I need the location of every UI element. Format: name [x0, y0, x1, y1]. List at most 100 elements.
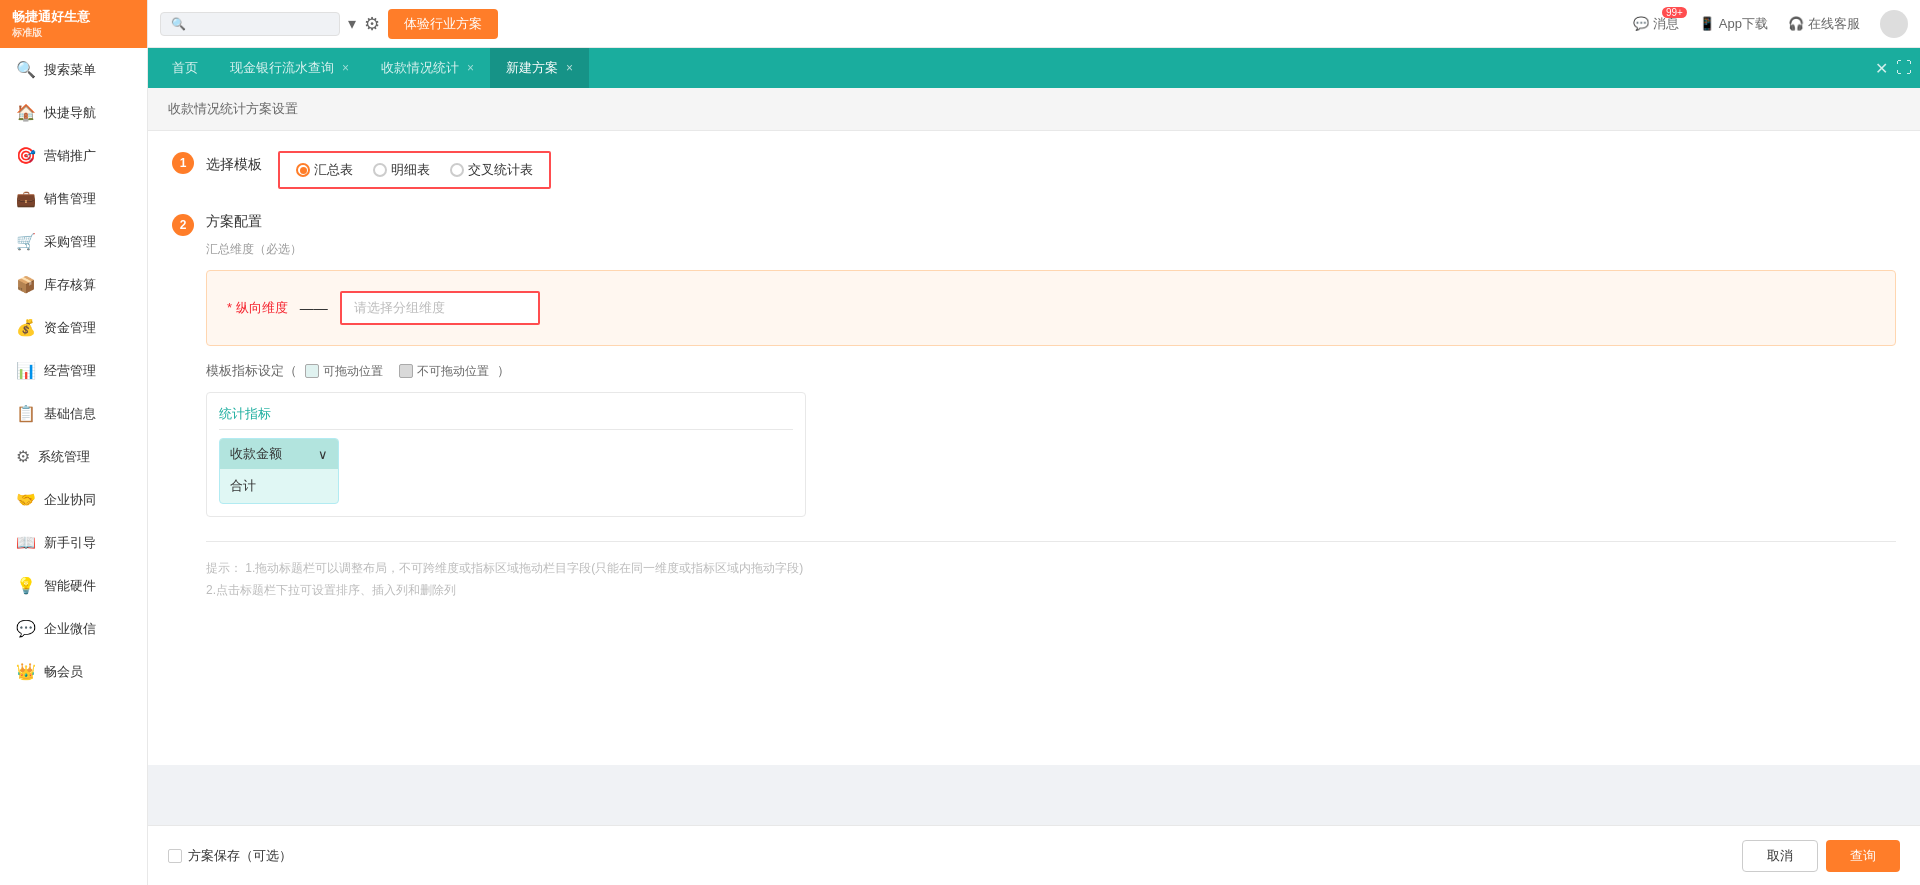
draggable-label: 可拖动位置: [323, 363, 383, 380]
metrics-close-paren: ）: [497, 362, 510, 380]
tab-collection[interactable]: 收款情况统计 ×: [365, 48, 490, 88]
sidebar-item-label: 企业微信: [44, 620, 96, 638]
purchase-icon: 🛒: [16, 232, 36, 251]
tab-close-icon[interactable]: ×: [342, 61, 349, 75]
logo-sub: 标准版: [12, 26, 90, 40]
metrics-title: 统计指标: [219, 405, 793, 430]
message-icon: 💬: [1633, 16, 1649, 31]
query-button[interactable]: 查询: [1826, 840, 1900, 872]
sidebar-item-hardware[interactable]: 💡 智能硬件: [0, 564, 147, 607]
sidebar-item-sales[interactable]: 💼 销售管理: [0, 177, 147, 220]
sidebar-item-finance[interactable]: 💰 资金管理: [0, 306, 147, 349]
step1-badge: 1: [172, 152, 194, 174]
main-area: 🔍 ▾ ⚙ 体验行业方案 💬 消息 99+ 📱 App下载 🎧 在线客服: [148, 0, 1920, 885]
tab-label: 首页: [172, 59, 198, 77]
logo-text: 畅捷通好生意: [12, 8, 90, 26]
sidebar-item-wechat[interactable]: 💬 企业微信: [0, 607, 147, 650]
toggle-draggable: 可拖动位置: [305, 363, 383, 380]
radio-dot: [300, 167, 307, 174]
dropdown-icon[interactable]: ▾: [348, 14, 356, 33]
content-area: 收款情况统计方案设置 1 选择模板: [148, 88, 1920, 825]
download-icon: 📱: [1699, 16, 1715, 31]
tab-home[interactable]: 首页: [156, 48, 214, 88]
page-breadcrumb: 收款情况统计方案设置: [148, 88, 1920, 131]
hardware-icon: 💡: [16, 576, 36, 595]
sidebar-item-guide[interactable]: 📖 新手引导: [0, 521, 147, 564]
metric-dropdown-icon[interactable]: ∨: [318, 447, 328, 462]
sidebar-item-enterprise[interactable]: 🤝 企业协同: [0, 478, 147, 521]
sidebar-item-label: 系统管理: [38, 448, 90, 466]
search-icon: 🔍: [16, 60, 36, 79]
form-section: 1 选择模板 汇总表: [148, 131, 1920, 645]
sidebar-item-marketing[interactable]: 🎯 营销推广: [0, 134, 147, 177]
dimension-row: * 纵向维度 —— 请选择分组维度: [227, 291, 1875, 325]
marketing-icon: 🎯: [16, 146, 36, 165]
close-window-icon[interactable]: ✕: [1875, 59, 1888, 78]
metrics-header: 模板指标设定（ 可拖动位置 不可拖动位置 ）: [206, 362, 1896, 380]
management-icon: 📊: [16, 361, 36, 380]
metric-card-sub: 合计: [230, 478, 256, 493]
header: 🔍 ▾ ⚙ 体验行业方案 💬 消息 99+ 📱 App下载 🎧 在线客服: [148, 0, 1920, 48]
inventory-icon: 📦: [16, 275, 36, 294]
settings-icon[interactable]: ⚙: [364, 13, 380, 35]
download-btn[interactable]: 📱 App下载: [1699, 15, 1768, 33]
sidebar-item-management[interactable]: 📊 经营管理: [0, 349, 147, 392]
cancel-button[interactable]: 取消: [1742, 840, 1818, 872]
tab-close-icon[interactable]: ×: [566, 61, 573, 75]
sidebar-item-purchase[interactable]: 🛒 采购管理: [0, 220, 147, 263]
tab-new-plan[interactable]: 新建方案 ×: [490, 48, 589, 88]
sidebar-item-label: 销售管理: [44, 190, 96, 208]
tab-bar: 首页 现金银行流水查询 × 收款情况统计 × 新建方案 × ✕ ⛶: [148, 48, 1920, 88]
tab-label: 收款情况统计: [381, 59, 459, 77]
sidebar-item-basics[interactable]: 📋 基础信息: [0, 392, 147, 435]
nodrag-label: 不可拖动位置: [417, 363, 489, 380]
dimension-placeholder: 请选择分组维度: [354, 300, 445, 315]
radio-label: 汇总表: [314, 161, 353, 179]
dimension-area: * 纵向维度 —— 请选择分组维度: [206, 270, 1896, 346]
guide-icon: 📖: [16, 533, 36, 552]
radio-circle: [296, 163, 310, 177]
save-checkbox[interactable]: 方案保存（可选）: [168, 847, 292, 865]
sidebar-item-member[interactable]: 👑 畅会员: [0, 650, 147, 693]
radio-cross[interactable]: 交叉统计表: [450, 161, 533, 179]
wechat-icon: 💬: [16, 619, 36, 638]
metrics-section: 模板指标设定（ 可拖动位置 不可拖动位置 ）: [206, 362, 1896, 517]
sidebar-item-label: 畅会员: [44, 663, 83, 681]
sidebar-item-label: 资金管理: [44, 319, 96, 337]
message-btn[interactable]: 💬 消息 99+: [1633, 15, 1679, 33]
sidebar: 畅捷通好生意 标准版 🔍 搜索菜单 🏠 快捷导航 🎯 营销推广 💼 销售管理 🛒…: [0, 0, 148, 885]
tab-cashflow[interactable]: 现金银行流水查询 ×: [214, 48, 365, 88]
dimension-arrow: ——: [300, 300, 328, 316]
finance-icon: 💰: [16, 318, 36, 337]
tab-bar-actions: ✕ ⛶: [1875, 59, 1912, 78]
tab-close-icon[interactable]: ×: [467, 61, 474, 75]
tips-line1: 提示： 1.拖动标题栏可以调整布局，不可跨维度或指标区域拖动栏目字段(只能在同一…: [206, 558, 1896, 580]
basics-icon: 📋: [16, 404, 36, 423]
tab-label: 新建方案: [506, 59, 558, 77]
sidebar-item-label: 采购管理: [44, 233, 96, 251]
search-input-area[interactable]: 🔍: [160, 12, 340, 36]
step2-title: 方案配置: [206, 213, 1896, 231]
tab-label: 现金银行流水查询: [230, 59, 334, 77]
sidebar-item-inventory[interactable]: 📦 库存核算: [0, 263, 147, 306]
user-avatar[interactable]: [1880, 10, 1908, 38]
member-icon: 👑: [16, 662, 36, 681]
sidebar-item-label: 快捷导航: [44, 104, 96, 122]
service-btn[interactable]: 🎧 在线客服: [1788, 15, 1860, 33]
tips-section: 提示： 1.拖动标题栏可以调整布局，不可跨维度或指标区域拖动栏目字段(只能在同一…: [206, 541, 1896, 601]
toggle-nodrag: 不可拖动位置: [399, 363, 489, 380]
metrics-label-text: 模板指标设定（: [206, 362, 297, 380]
sidebar-item-label: 营销推广: [44, 147, 96, 165]
sidebar-item-nav[interactable]: 🏠 快捷导航: [0, 91, 147, 134]
content-inner: 收款情况统计方案设置 1 选择模板: [148, 88, 1920, 765]
step2-content: 方案配置 汇总维度（必选） * 纵向维度 ——: [206, 213, 1896, 601]
dimension-select[interactable]: 请选择分组维度: [340, 291, 540, 325]
expand-icon[interactable]: ⛶: [1896, 59, 1912, 77]
trial-btn[interactable]: 体验行业方案: [388, 9, 498, 39]
radio-detail[interactable]: 明细表: [373, 161, 430, 179]
sidebar-item-system[interactable]: ⚙ 系统管理: [0, 435, 147, 478]
bottom-btn-group: 取消 查询: [1742, 840, 1900, 872]
sidebar-item-search[interactable]: 🔍 搜索菜单: [0, 48, 147, 91]
step2: 2 方案配置 汇总维度（必选） * 纵向维度 ——: [172, 213, 1896, 601]
radio-summary[interactable]: 汇总表: [296, 161, 353, 179]
